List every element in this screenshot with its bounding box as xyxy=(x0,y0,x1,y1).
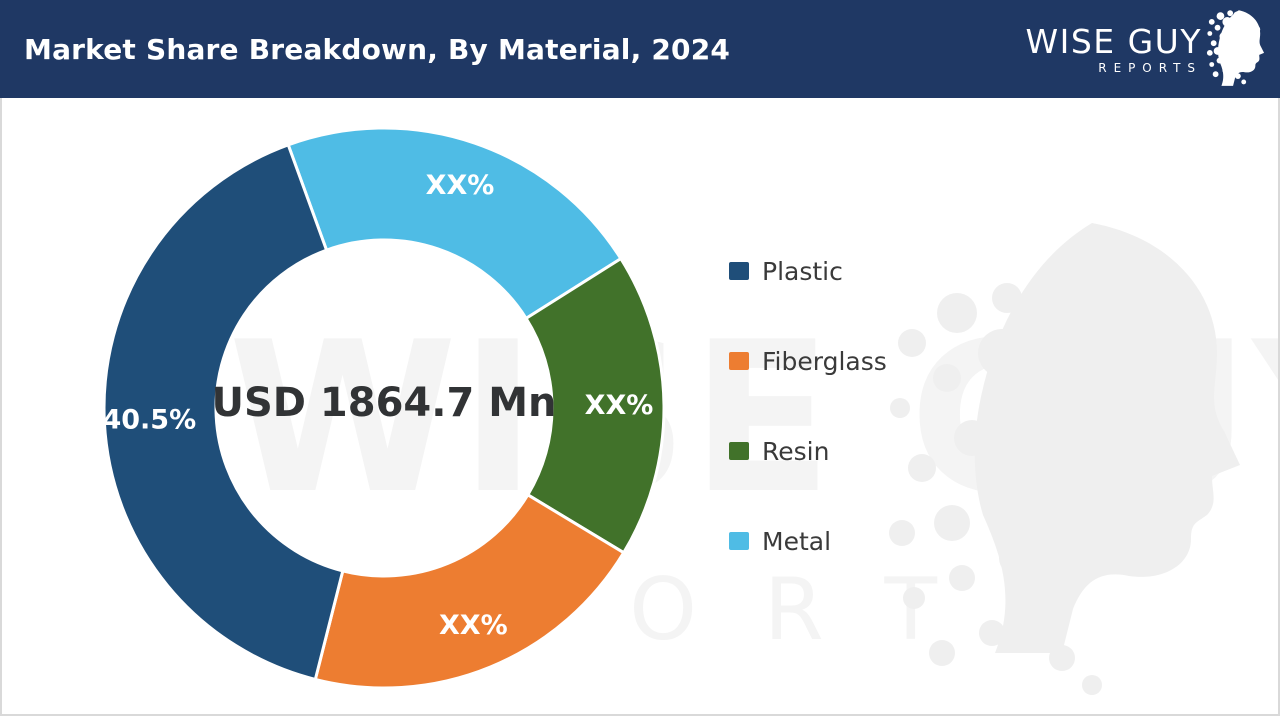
legend-label: Plastic xyxy=(762,256,843,286)
logo-text: WISE GUY REPORTS xyxy=(1025,25,1202,74)
segment-value-label-plastic: 40.5% xyxy=(102,404,196,435)
legend-item-resin: Resin xyxy=(729,436,887,466)
legend-swatch xyxy=(729,352,749,370)
segment-value-label-metal: XX% xyxy=(426,170,495,201)
watermark-face-icon xyxy=(889,223,1240,695)
legend-item-plastic: Plastic xyxy=(729,256,887,286)
donut-segment-fiberglass xyxy=(313,493,626,690)
legend-swatch xyxy=(729,262,749,280)
chart-area: WISE GUY REPORTS XX%XX%XX%40.5% USD 1864… xyxy=(0,98,1280,716)
chart-legend: Plastic Fiberglass Resin Metal xyxy=(729,256,887,616)
wise-guy-logo: WISE GUY REPORTS xyxy=(1025,8,1266,90)
chart-center-value: USD 1864.7 Mn xyxy=(211,380,557,426)
logo-subtitle: REPORTS xyxy=(1098,60,1202,75)
legend-swatch xyxy=(729,442,749,460)
legend-label: Metal xyxy=(762,526,832,556)
logo-face-icon xyxy=(1206,10,1265,86)
legend-item-fiberglass: Fiberglass xyxy=(729,346,887,376)
header: Market Share Breakdown, By Material, 202… xyxy=(0,0,1280,98)
segment-value-label-resin: XX% xyxy=(585,390,654,421)
legend-label: Fiberglass xyxy=(762,346,887,376)
segment-value-label-fiberglass: XX% xyxy=(439,610,508,641)
page-title: Market Share Breakdown, By Material, 202… xyxy=(24,32,731,66)
page: Market Share Breakdown, By Material, 202… xyxy=(0,0,1280,720)
legend-item-metal: Metal xyxy=(729,526,887,556)
legend-label: Resin xyxy=(762,436,830,466)
legend-swatch xyxy=(729,532,749,550)
logo-wordmark: WISE GUY xyxy=(1025,21,1202,61)
